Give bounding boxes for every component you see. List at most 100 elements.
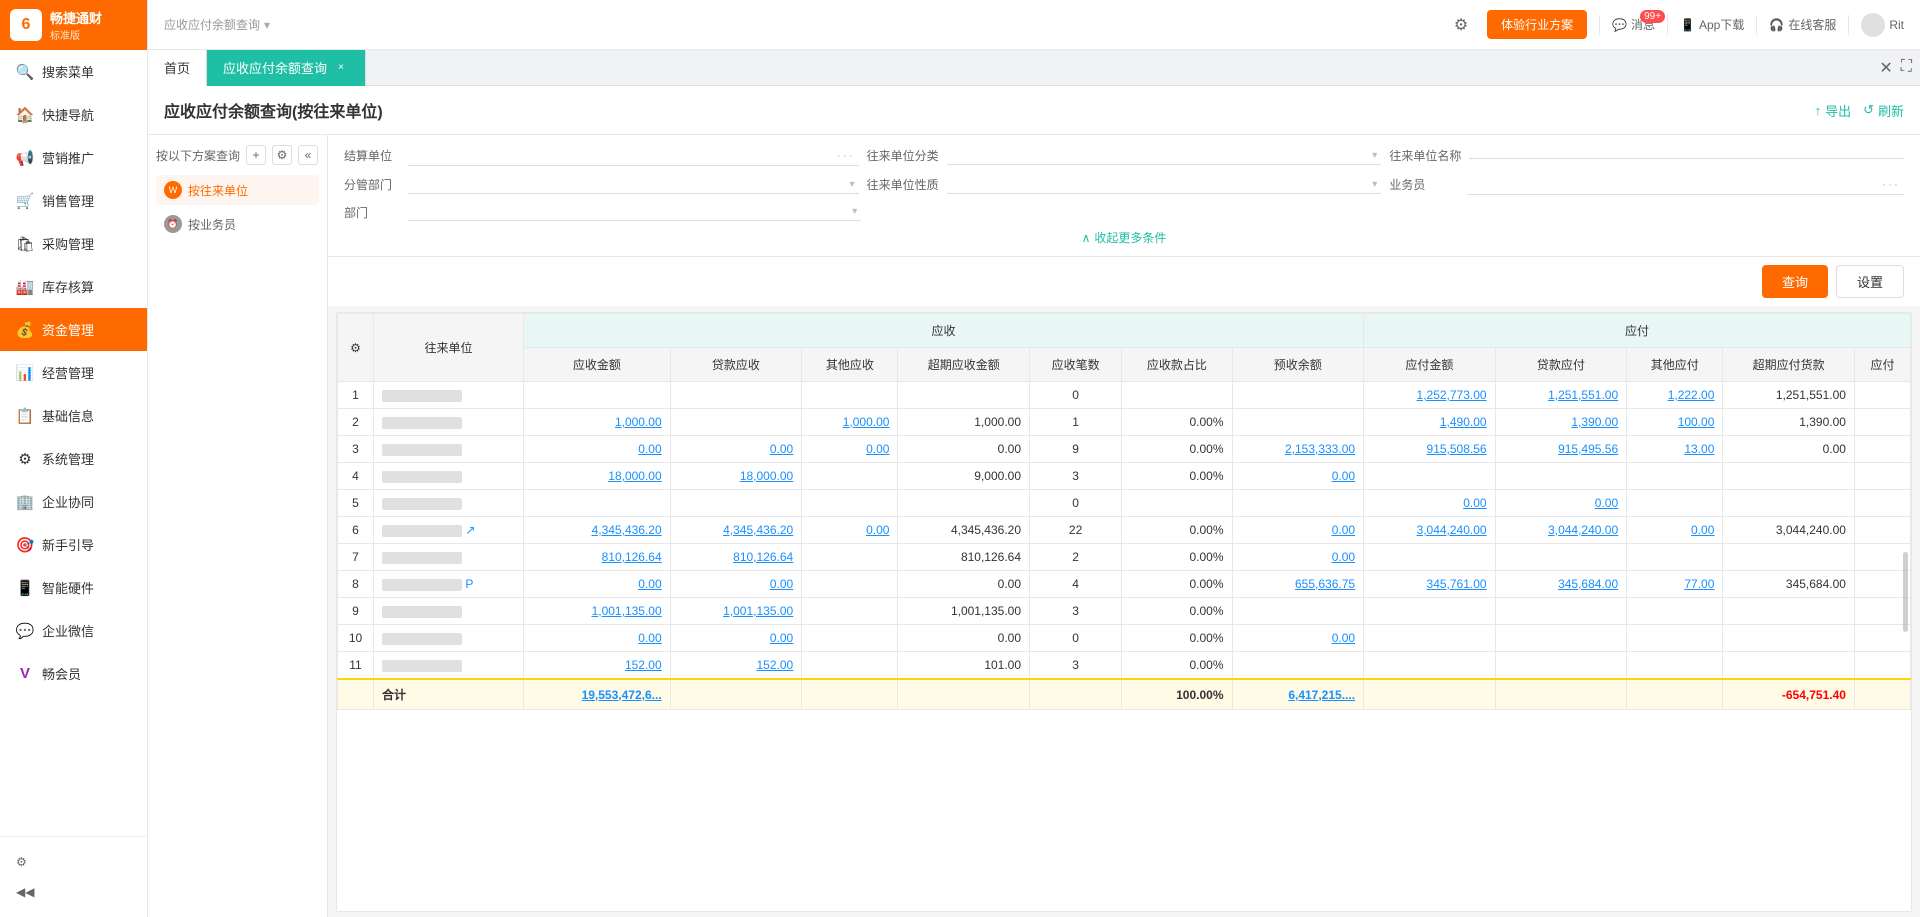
set-button[interactable]: 设置 [1836,265,1904,298]
filter-dept: 部门 ▾ [344,203,861,221]
total-ar-prepay-cell: 6,417,215.... [1232,679,1364,710]
tab-close-window-icon[interactable]: ✕ [1879,58,1892,78]
finance-icon: 💰 [16,321,34,339]
left-filter-panel: 按以下方案查询 + ⚙ « W 按往来单位 ⏰ 按业务员 [148,135,328,917]
export-btn[interactable]: ↑ 导出 [1815,101,1852,120]
unit-nature-arrow-icon: ▾ [1372,179,1377,190]
sidebar-item-member[interactable]: V 畅会员 [0,652,147,695]
logo-icon: 6 [10,9,42,41]
purchase-icon: 🛍 [16,235,34,253]
sidebar-item-system[interactable]: ⚙ 系统管理 [0,437,147,480]
sidebar-item-basic-info[interactable]: 📋 基础信息 [0,394,147,437]
unit-nature-input[interactable]: ▾ [947,176,1382,194]
data-table: ⚙ 往来单位 应收 应付 应收金额 贷款应收 其他应收 超期应收金额 应收笔数 [337,313,1911,710]
tab-maximize-icon[interactable]: ⛶ [1901,58,1912,78]
sidebar-label-search-menu: 搜索菜单 [42,62,94,81]
sidebar-item-inventory[interactable]: 🏭 库存核算 [0,265,147,308]
sidebar-label-weixin: 企业微信 [42,621,94,640]
settings-col-header[interactable]: ⚙ [338,314,374,382]
sidebar-item-guide[interactable]: 🎯 新手引导 [0,523,147,566]
settlement-unit-input[interactable]: ··· [408,145,859,166]
topbar-msg-btn[interactable]: 💬 消息 99+ [1612,16,1655,33]
user-name: Rit [1889,18,1904,32]
scheme-by-staff[interactable]: ⏰ 按业务员 [156,209,319,239]
scheme-by-unit[interactable]: W 按往来单位 [156,175,319,205]
total-ap-extra-cell [1854,679,1910,710]
export-icon: ↑ [1815,103,1822,118]
sidebar-item-quick-nav[interactable]: 🏠 快捷导航 [0,93,147,136]
sidebar-label-guide: 新手引导 [42,535,94,554]
guide-icon: 🎯 [16,536,34,554]
sidebar-item-sales[interactable]: 🛒 销售管理 [0,179,147,222]
collapse-filter-btn[interactable]: « [298,145,318,165]
tab-close-icon[interactable]: × [333,60,349,76]
topbar-user-area[interactable]: Rit [1861,13,1904,37]
sidebar-label-sales: 销售管理 [42,191,94,210]
topbar-service-btn[interactable]: 🎧 在线客服 [1769,16,1836,33]
unit-category-input[interactable]: ▾ [947,147,1382,165]
topbar-app-btn[interactable]: 📱 App下载 [1680,16,1744,33]
sidebar-logo: 6 畅捷通财 标准版 [0,0,147,50]
export-label: 导出 [1825,101,1851,120]
filter-dept-managed: 分管部门 ▾ [344,174,859,195]
sidebar-settings-btn[interactable]: ⚙ [0,847,147,877]
ar-group-header: 应收 [524,314,1364,348]
page-header: 应收应付余额查询(按往来单位) ↑ 导出 ↺ 刷新 [148,86,1920,135]
scheme-by-unit-label: 按往来单位 [188,182,248,199]
sales-icon: 🛒 [16,192,34,210]
total-ar-amount-cell: 19,553,472,6... [524,679,671,710]
dept-managed-label: 分管部门 [344,176,400,193]
sidebar-item-weixin[interactable]: 💬 企业微信 [0,609,147,652]
topbar-gear-btn[interactable]: ⚙ [1447,11,1475,39]
table-settings-icon: ⚙ [350,341,361,355]
topbar-industry-btn[interactable]: 体验行业方案 [1487,10,1587,39]
refresh-label: 刷新 [1878,101,1904,120]
collapse-more-btn[interactable]: ∧ 收起更多条件 [1082,229,1167,246]
scheme-by-staff-icon: ⏰ [164,215,182,233]
hardware-icon: 📱 [16,579,34,597]
query-button[interactable]: 查询 [1762,265,1828,298]
message-icon: 💬 [1612,18,1627,32]
sidebar-bottom: ⚙ ◀◀ [0,836,147,917]
sidebar-item-marketing[interactable]: 📢 营销推广 [0,136,147,179]
sidebar-label-basic-info: 基础信息 [42,406,94,425]
total-ap-loan-cell [1495,679,1627,710]
refresh-btn[interactable]: ↺ 刷新 [1863,101,1904,120]
operations-icon: 📊 [16,364,34,382]
dept-input[interactable]: ▾ [408,203,861,221]
sidebar-label-hardware: 智能硬件 [42,578,94,597]
sidebar-collapse-btn[interactable]: ◀◀ [0,877,147,907]
ar-overdue-header: 超期应收金额 [898,348,1030,382]
salesperson-input[interactable]: ··· [1467,174,1904,195]
breadcrumb-dropdown-icon[interactable]: ▾ [264,18,270,32]
sidebar-item-search-menu[interactable]: 🔍 搜索菜单 [0,50,147,93]
member-icon: V [16,665,34,683]
table-row: 30.000.000.000.0090.00%2,153,333.00915,5… [338,436,1911,463]
settings-filter-btn[interactable]: ⚙ [272,145,292,165]
dept-managed-input[interactable]: ▾ [408,176,859,194]
sidebar-item-hardware[interactable]: 📱 智能硬件 [0,566,147,609]
service-label: 在线客服 [1788,16,1836,33]
msg-badge: 99+ [1640,10,1665,23]
ar-other-header: 其他应收 [802,348,898,382]
total-ar-ratio-cell: 100.00% [1122,679,1232,710]
tab-expand-area: ✕ ⛶ [1879,58,1912,78]
total-settings-cell [338,679,374,710]
sidebar-item-finance[interactable]: 💰 资金管理 [0,308,147,351]
filter-row-3: 部门 ▾ [344,203,1904,221]
total-ar-count-cell [1030,679,1122,710]
weixin-icon: 💬 [16,622,34,640]
sidebar-item-corp[interactable]: 🏢 企业协同 [0,480,147,523]
tab-home[interactable]: 首页 [148,50,207,86]
topbar-divider-1 [1599,15,1600,35]
tab-ar-ap[interactable]: 应收应付余额查询 × [207,50,366,86]
sidebar-item-purchase[interactable]: 🛍 采购管理 [0,222,147,265]
unit-name-label: 往来单位名称 [1389,147,1461,164]
add-filter-btn[interactable]: + [246,145,266,165]
collapse-more-label: 收起更多条件 [1094,229,1166,246]
table-row: 91,001,135.001,001,135.001,001,135.0030.… [338,598,1911,625]
sidebar-item-operations[interactable]: 📊 经营管理 [0,351,147,394]
total-ap-amount-cell [1364,679,1496,710]
ap-loan-header: 贷款应付 [1495,348,1627,382]
unit-name-input[interactable] [1469,152,1904,159]
